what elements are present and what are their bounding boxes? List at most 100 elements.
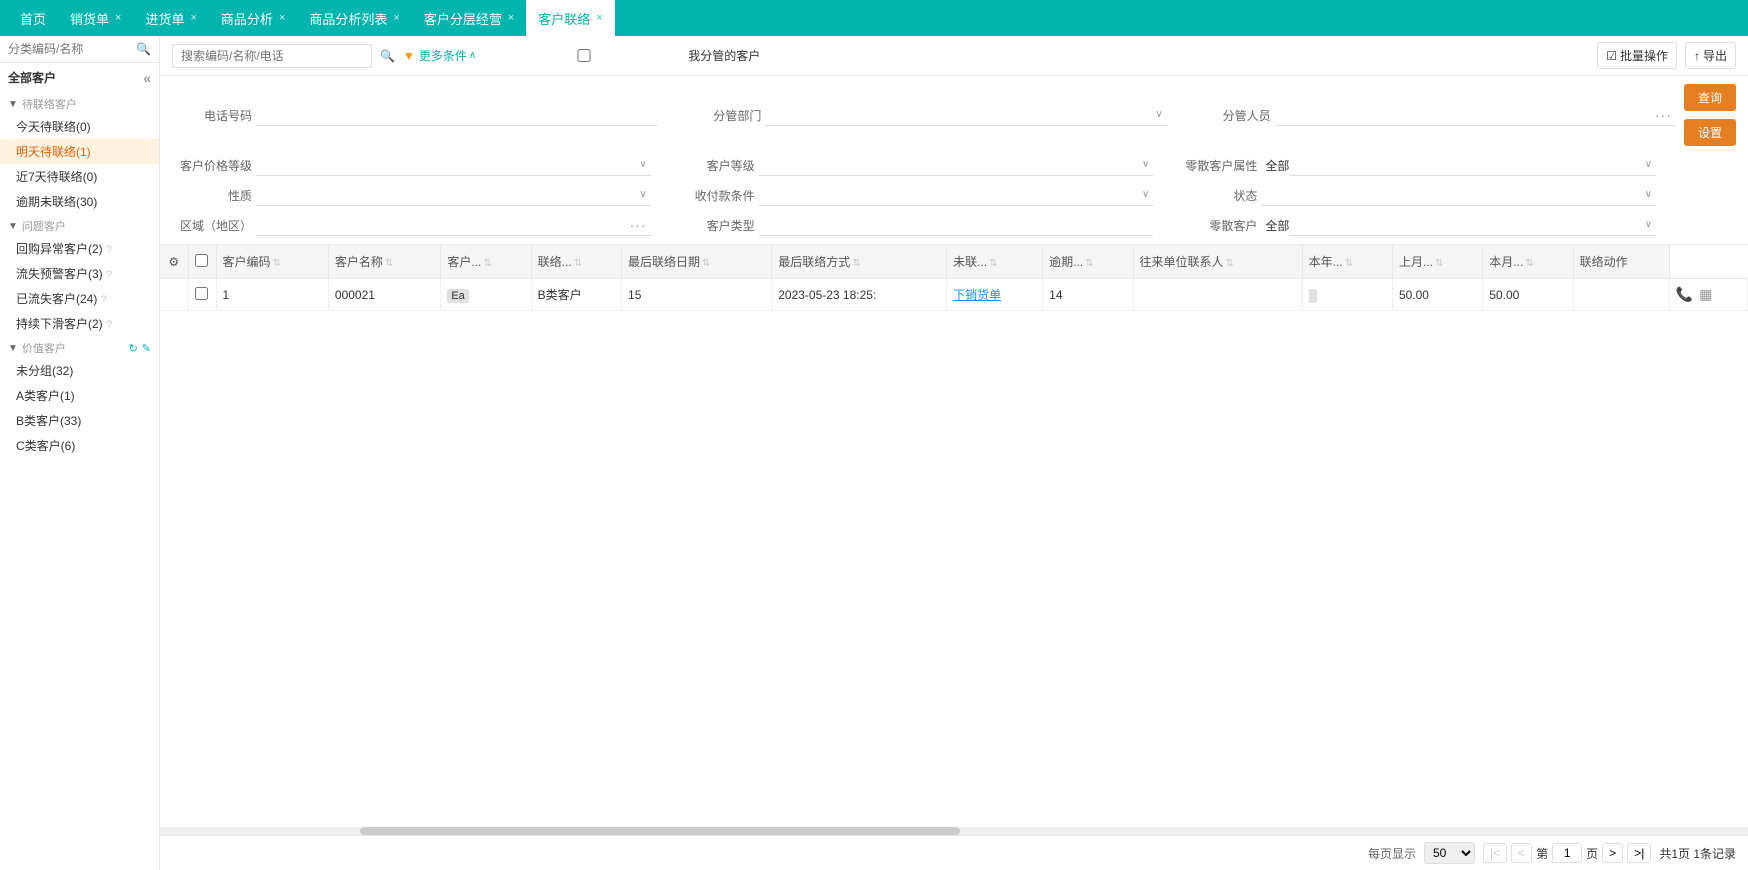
sidebar-item-churn-warning[interactable]: 流失预警客户(3) ?: [0, 261, 159, 286]
sidebar-search-wrap: 🔍: [0, 36, 159, 63]
col-this-year[interactable]: 本年...⇅: [1302, 245, 1392, 279]
col-type[interactable]: 客户...⇅: [441, 245, 531, 279]
nav-customer-contact[interactable]: 客户联络 ×: [526, 0, 614, 36]
action-grid-icon[interactable]: ▦: [1699, 286, 1712, 303]
nav-customer-contact-close[interactable]: ×: [596, 12, 602, 24]
action-phone-icon[interactable]: 📞: [1676, 286, 1693, 303]
retail-attr-input[interactable]: [1289, 154, 1656, 176]
set-button[interactable]: 设置: [1684, 119, 1736, 146]
row-last-method[interactable]: 下销货单: [947, 279, 1043, 311]
nav-customer-tier-close[interactable]: ×: [508, 12, 514, 24]
nav-sales-order-close[interactable]: ×: [115, 12, 121, 24]
sidebar-item-today-pending[interactable]: 今天待联络(0): [0, 114, 159, 139]
col-name[interactable]: 客户名称⇅: [328, 245, 440, 279]
sidebar-item-declining[interactable]: 持续下滑客户(2) ?: [0, 311, 159, 336]
branch-dept-input[interactable]: [765, 104, 1166, 126]
status-input[interactable]: [1261, 184, 1656, 206]
col-last-contact-method[interactable]: 最后联络方式⇅: [772, 245, 947, 279]
nav-purchase-order[interactable]: 进货单 ×: [133, 0, 208, 36]
col-uncontacted[interactable]: 未联...⇅: [947, 245, 1043, 279]
per-page-select[interactable]: 50 100 200: [1424, 842, 1475, 864]
sidebar-group-value: ▼ 价值客户 ↻ ✎: [0, 336, 159, 358]
search-input[interactable]: [172, 44, 372, 68]
nav-customer-tier[interactable]: 客户分层经营 ×: [412, 0, 526, 36]
sidebar-item-tomorrow-pending[interactable]: 明天待联络(1): [0, 139, 159, 164]
my-customers-checkbox[interactable]: [484, 49, 684, 62]
phone-input[interactable]: [256, 104, 657, 126]
first-page-btn[interactable]: |<: [1483, 843, 1507, 863]
value-group-refresh-icon[interactable]: ↻: [129, 342, 138, 355]
adv-filter-row-1: 电话号码 分管部门 分管人员 查询 设置: [172, 84, 1736, 146]
customer-table-wrap: ⚙ 客户编码⇅ 客户名称⇅ 客户...⇅ 联络...⇅ 最后联络日期⇅ 最后联络…: [160, 245, 1748, 827]
nav-home[interactable]: 首页: [8, 0, 58, 36]
sidebar-group-problem: ▼ 问题客户: [0, 214, 159, 236]
scrollbar-thumb[interactable]: [360, 827, 960, 835]
sidebar-item-churned[interactable]: 已流失客户(24) ?: [0, 286, 159, 311]
sidebar-item-overdue[interactable]: 逾期未联络(30): [0, 189, 159, 214]
row-checkbox[interactable]: [188, 279, 216, 311]
customer-level-input[interactable]: [759, 154, 1154, 176]
row-select-checkbox[interactable]: [195, 287, 208, 300]
sidebar-collapse-icon[interactable]: «: [143, 70, 151, 86]
more-conditions-btn[interactable]: ▼ 更多条件 ∧: [403, 47, 476, 64]
nav-purchase-order-close[interactable]: ×: [190, 12, 196, 24]
branch-person-input[interactable]: [1275, 104, 1676, 126]
row-name: Ea: [441, 279, 531, 311]
nav-product-analysis[interactable]: 商品分析 ×: [209, 0, 297, 36]
sidebar-item-a-class[interactable]: A类客户(1): [0, 383, 159, 408]
sidebar-search-input[interactable]: [8, 42, 132, 56]
sidebar-all-customers[interactable]: 全部客户 «: [0, 63, 159, 92]
query-button[interactable]: 查询: [1684, 84, 1736, 111]
value-group-edit-icon[interactable]: ✎: [142, 342, 151, 355]
horizontal-scrollbar[interactable]: [160, 827, 1748, 835]
field-phone: 电话号码: [172, 104, 657, 126]
last-page-btn[interactable]: >|: [1627, 843, 1651, 863]
page-number-input[interactable]: [1552, 843, 1582, 863]
col-last-month[interactable]: 上月...⇅: [1392, 245, 1482, 279]
prev-page-btn[interactable]: <: [1511, 843, 1532, 863]
sort-type-icon: ⇅: [483, 258, 491, 269]
row-code: 000021: [328, 279, 440, 311]
sidebar-item-repurchase-abnormal[interactable]: 回购异常客户(2) ?: [0, 236, 159, 261]
col-this-month[interactable]: 本月...⇅: [1483, 245, 1573, 279]
payment-input[interactable]: [759, 184, 1154, 206]
gear-icon: ⚙: [168, 255, 179, 269]
col-code[interactable]: 客户编码⇅: [216, 245, 328, 279]
nav-sales-order[interactable]: 销货单 ×: [58, 0, 133, 36]
col-last-contact-date[interactable]: 最后联络日期⇅: [622, 245, 772, 279]
sidebar-item-b-class[interactable]: B类客户(33): [0, 408, 159, 433]
adv-filter-row-3: 性质 收付款条件 状态: [172, 184, 1736, 206]
page-prefix-label: 第: [1536, 845, 1548, 862]
nav-product-analysis-list-close[interactable]: ×: [393, 12, 399, 24]
col-overdue[interactable]: 逾期...⇅: [1043, 245, 1133, 279]
col-contact-count[interactable]: 联络...⇅: [531, 245, 621, 279]
sidebar-item-7days-pending[interactable]: 近7天待联络(0): [0, 164, 159, 189]
col-settings[interactable]: ⚙: [160, 245, 188, 279]
table-header-row: ⚙ 客户编码⇅ 客户名称⇅ 客户...⇅ 联络...⇅ 最后联络日期⇅ 最后联络…: [160, 245, 1748, 279]
nav-product-analysis-close[interactable]: ×: [279, 12, 285, 24]
export-button[interactable]: ↑ 导出: [1685, 42, 1736, 69]
sort-contact-count-icon: ⇅: [574, 258, 582, 269]
expand-triangle-icon: ▼: [8, 99, 18, 110]
region-input[interactable]: [256, 214, 651, 236]
col-select-all[interactable]: [188, 245, 216, 279]
select-all-checkbox[interactable]: [195, 254, 208, 267]
my-customers-filter[interactable]: 我分管的客户: [484, 47, 760, 64]
sort-name-icon: ⇅: [385, 258, 393, 269]
customer-type-input[interactable]: [759, 214, 1154, 236]
price-level-input[interactable]: [256, 154, 651, 176]
row-uncontacted: 14: [1043, 279, 1133, 311]
sidebar-item-c-class[interactable]: C类客户(6): [0, 433, 159, 458]
last-method-link[interactable]: 下销货单: [953, 288, 1001, 302]
customer-level-label: 客户等级: [675, 157, 755, 174]
nav-product-analysis-list[interactable]: 商品分析列表 ×: [297, 0, 411, 36]
retail-customer-input[interactable]: [1289, 214, 1656, 236]
nature-input[interactable]: [256, 184, 651, 206]
col-unit-contact[interactable]: 往来单位联系人⇅: [1133, 245, 1302, 279]
field-retail-customer: 零散客户 全部: [1177, 214, 1656, 236]
search-icon[interactable]: 🔍: [136, 42, 151, 56]
search-button-icon[interactable]: 🔍: [380, 49, 395, 63]
sidebar-item-ungrouped[interactable]: 未分组(32): [0, 358, 159, 383]
batch-op-button[interactable]: ☑ 批量操作: [1597, 42, 1677, 69]
next-page-btn[interactable]: >: [1602, 843, 1623, 863]
